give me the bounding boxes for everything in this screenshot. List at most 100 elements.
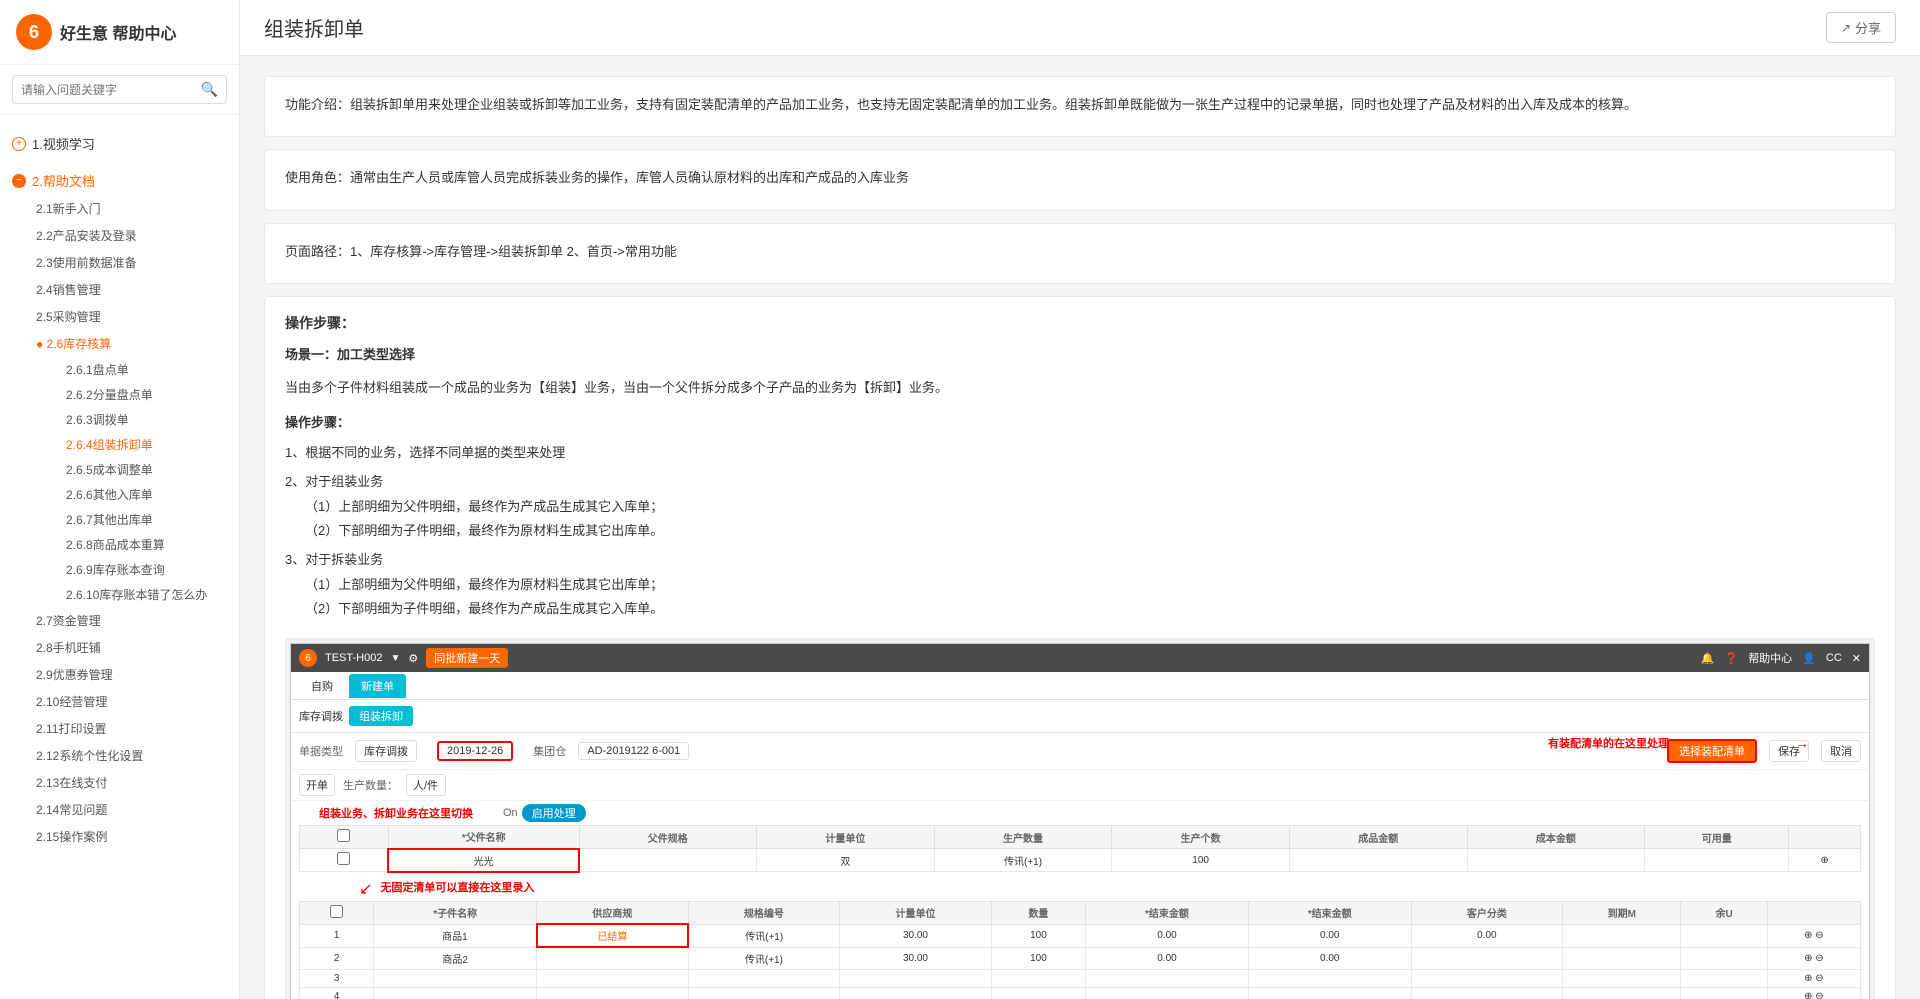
- ss-cth-specno: 规格编号: [688, 901, 840, 924]
- sidebar-item-2-6-3[interactable]: 2.6.3调拨单: [52, 407, 227, 432]
- ss-topbar-id: TEST-H002: [325, 652, 382, 664]
- sidebar-item-2-6-8[interactable]: 2.6.8商品成本重算: [52, 532, 227, 557]
- sidebar: 6 好生意 帮助中心 🔍 + 1.视频学习 − 2.帮助文档 2.1新手入门 2…: [0, 0, 240, 999]
- role-section: 使用角色：通常由生产人员或库管人员完成拆装业务的操作，库管人员确认原材料的出库和…: [264, 149, 1896, 210]
- ss-cth-end1: *结束金额: [1086, 901, 1249, 924]
- sidebar-item-2-5[interactable]: 2.5采购管理: [32, 303, 227, 330]
- role-text: 使用角色：通常由生产人员或库管人员完成拆装业务的操作，库管人员确认原材料的出库和…: [285, 166, 1875, 189]
- ss-inner: 6 TEST-H002 ▼ ⚙ 同批新建一天 🔔 ❓ 帮助中心 👤: [290, 643, 1870, 999]
- scene-title: 场景一：加工类型选择: [285, 343, 1875, 368]
- sidebar-item-2-6-7[interactable]: 2.6.7其他出库单: [52, 507, 227, 532]
- ss-username: CC: [1826, 652, 1842, 664]
- ss-confirm-label: 生产数量：: [343, 777, 398, 793]
- page-title: 组装拆卸单: [264, 13, 364, 42]
- screenshot: 6 TEST-H002 ▼ ⚙ 同批新建一天 🔔 ❓ 帮助中心 👤: [285, 638, 1875, 999]
- sidebar-item-2-9[interactable]: 2.9优惠券管理: [32, 661, 227, 688]
- ss-cth-check: [300, 901, 374, 924]
- nav-section-2: − 2.帮助文档 2.1新手入门 2.2产品安装及登录 2.3使用前数据准备 2…: [0, 160, 239, 852]
- ss-td-funit: 双: [757, 849, 935, 872]
- ops-title: 操作步骤：: [285, 313, 1875, 333]
- sidebar-item-video[interactable]: + 1.视频学习: [12, 129, 227, 158]
- sidebar-item-2-1[interactable]: 2.1新手入门: [32, 195, 227, 222]
- sidebar-item-docs[interactable]: − 2.帮助文档: [12, 166, 227, 195]
- sidebar-item-2-8[interactable]: 2.8手机旺铺: [32, 634, 227, 661]
- sidebar-item-2-13[interactable]: 2.13在线支付: [32, 769, 227, 796]
- ss-new-btn: 同批新建一天: [426, 648, 508, 668]
- ss-lib-stock: 库存调拨: [299, 708, 343, 724]
- sidebar-item-2-6[interactable]: ● 2.6库存核算: [32, 330, 227, 357]
- ss-type-value: 库存调拨: [355, 740, 417, 762]
- share-button[interactable]: ↗ 分享: [1826, 12, 1896, 43]
- ss-down-arrow: ↙: [359, 879, 372, 899]
- step1: 1、根据不同的业务，选择不同单据的类型来处理: [285, 441, 1875, 466]
- sidebar-item-2-6-10[interactable]: 2.6.10库存账本错了怎么办: [52, 582, 227, 607]
- ss-cth-sup: 供应商规: [537, 901, 689, 924]
- collapse-icon-2: −: [12, 174, 26, 188]
- steps-title: 操作步骤：: [285, 411, 1875, 436]
- nav-children-2: 2.1新手入门 2.2产品安装及登录 2.3使用前数据准备 2.4销售管理 2.…: [12, 195, 227, 850]
- sidebar-item-2-6-2[interactable]: 2.6.2分量盘点单: [52, 382, 227, 407]
- intro-text: 功能介绍：组装拆卸单用来处理企业组装或拆卸等加工业务，支持有固定装配清单的产品加…: [285, 93, 1875, 116]
- sidebar-item-2-2[interactable]: 2.2产品安装及登录: [32, 222, 227, 249]
- sidebar-item-2-10[interactable]: 2.10经营管理: [32, 688, 227, 715]
- ss-c-check-all[interactable]: [330, 905, 343, 918]
- ss-th-fop: [1789, 826, 1861, 849]
- sidebar-item-2-6-9[interactable]: 2.6.9库存账本查询: [52, 557, 227, 582]
- ss-anno3-label: 无固定清单可以直接在这里录入: [380, 879, 534, 895]
- sidebar-item-2-12[interactable]: 2.12系统个性化设置: [32, 742, 227, 769]
- ss-qty-field: 人/件: [406, 774, 446, 796]
- sidebar-item-2-6-5[interactable]: 2.6.5成本调整单: [52, 457, 227, 482]
- sidebar-item-2-6-1[interactable]: 2.6.1盘点单: [52, 357, 227, 382]
- ss-enable-row: On 启用处理: [503, 804, 586, 822]
- share-icon: ↗: [1841, 21, 1851, 35]
- ss-type-label: 单据类型: [299, 743, 343, 759]
- sidebar-item-2-4[interactable]: 2.4销售管理: [32, 276, 227, 303]
- ss-anno-row: 组装业务、拆卸业务在这里切换 On 启用处理: [291, 801, 1869, 825]
- ss-cth-exp: 到期M: [1563, 901, 1681, 924]
- content-area: 功能介绍：组装拆卸单用来处理企业组装或拆卸等加工业务，支持有固定装配清单的产品加…: [240, 56, 1920, 999]
- sidebar-item-2-14[interactable]: 2.14常见问题: [32, 796, 227, 823]
- ss-th-funit: 计量单位: [757, 826, 935, 849]
- ss-no-label: 集团仓: [533, 743, 566, 759]
- ss-cth-cname: *子件名称: [374, 901, 537, 924]
- ss-form-row: 单据类型 库存调拨 2019-12-26 集团仓 AD-2019122 6-00…: [291, 733, 1869, 770]
- intro-section: 功能介绍：组装拆卸单用来处理企业组装或拆卸等加工业务，支持有固定装配清单的产品加…: [264, 76, 1896, 137]
- ss-td-fname: 光光: [388, 849, 579, 872]
- ss-father-table: *父件名称 父件规格 计量单位 生产数量 生产个数 成品金额 成本金额 可用量: [299, 825, 1861, 873]
- ss-father-table-wrap: *父件名称 父件规格 计量单位 生产数量 生产个数 成品金额 成本金额 可用量: [291, 825, 1869, 877]
- nav-section-1: + 1.视频学习: [0, 123, 239, 160]
- ss-td-fop: ⊕: [1789, 849, 1861, 872]
- ss-cth-cate: 客户分类: [1411, 901, 1563, 924]
- sidebar-item-2-3[interactable]: 2.3使用前数据准备: [32, 249, 227, 276]
- ss-td-fpronum: 100: [1112, 849, 1290, 872]
- step2: 2、对于组装业务: [285, 470, 1875, 495]
- ss-check-all[interactable]: [337, 829, 350, 842]
- ss-close-icon: ✕: [1852, 652, 1861, 665]
- search-icon[interactable]: 🔍: [201, 81, 218, 98]
- ss-th-fname: *父件名称: [388, 826, 579, 849]
- ss-row-check[interactable]: [337, 852, 350, 865]
- sidebar-item-2-6-4[interactable]: 2.6.4组装拆卸单: [52, 432, 227, 457]
- ss-th-fcost: 成本金额: [1467, 826, 1645, 849]
- search-input[interactable]: [21, 83, 201, 97]
- ss-pick-btn: 选择装配清单: [1667, 739, 1757, 763]
- nav-tree: + 1.视频学习 − 2.帮助文档 2.1新手入门 2.2产品安装及登录 2.3…: [0, 115, 239, 999]
- sidebar-item-2-6-6[interactable]: 2.6.6其他入库单: [52, 482, 227, 507]
- ss-on-toggle: 启用处理: [522, 804, 586, 822]
- ss-notice-anno: 有装配清单的在这里处理: [1548, 735, 1669, 751]
- ss-assemble-btn: 组装拆卸: [349, 706, 413, 726]
- ss-cth-unit: 计量单位: [840, 901, 992, 924]
- sidebar-item-2-11[interactable]: 2.11打印设置: [32, 715, 227, 742]
- sidebar-item-2-7[interactable]: 2.7资金管理: [32, 607, 227, 634]
- expand-icon-1: +: [12, 137, 26, 151]
- ss-confirm-btn: 开单: [299, 774, 335, 796]
- ss-on-label: On: [503, 807, 518, 819]
- ss-cth-op: [1767, 901, 1860, 924]
- ss-helplink: 帮助中心: [1748, 650, 1792, 666]
- logo-area: 6 好生意 帮助中心: [0, 0, 239, 65]
- sidebar-item-2-15[interactable]: 2.15操作案例: [32, 823, 227, 850]
- search-box[interactable]: 🔍: [12, 75, 227, 104]
- ss-notice-bar: 开单 生产数量： 人/件: [291, 770, 1869, 801]
- step2a: （1）上部明细为父件明细，最终作为产成品生成其它入库单；: [285, 495, 1875, 520]
- ss-tab-1: 自购: [299, 674, 345, 698]
